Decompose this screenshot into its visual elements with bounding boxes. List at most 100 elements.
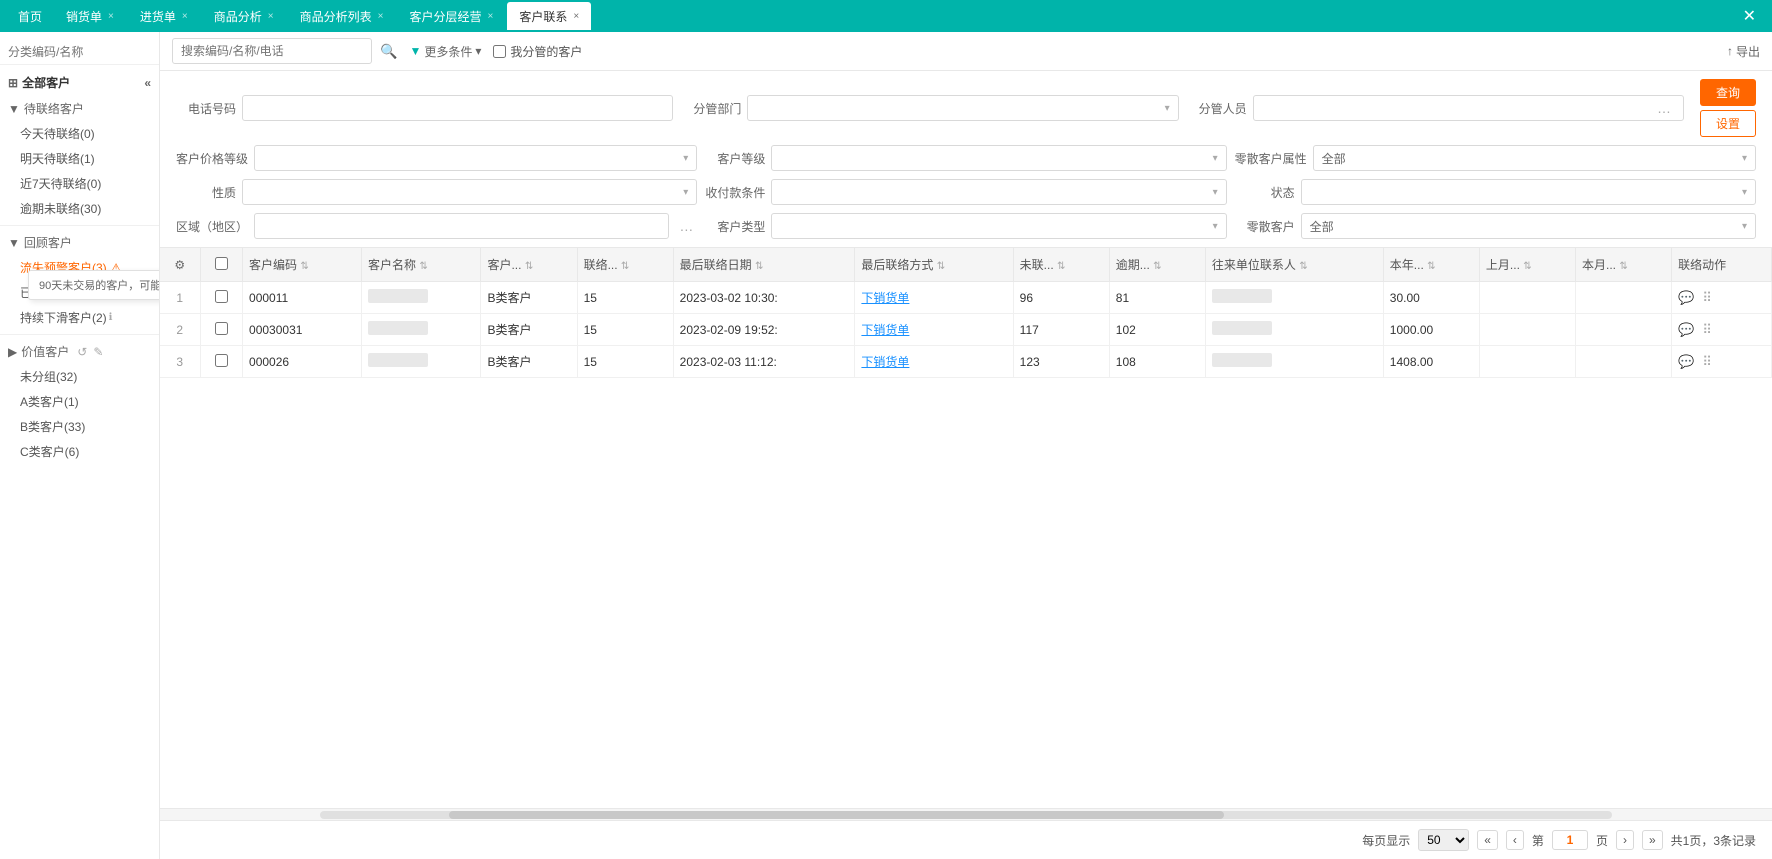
row-this-year-2: 1408.00	[1383, 346, 1479, 378]
customer-type-select[interactable]: ▾	[771, 213, 1226, 239]
status-select[interactable]: ▾	[1301, 179, 1756, 205]
main-layout: 🔍 ⊞ 全部客户 « ▼ 待联络客户 今天待联络(0) 明天待联络(1) 近7天…	[0, 32, 1772, 859]
price-level-select[interactable]: ▾	[254, 145, 697, 171]
last-method-link-2[interactable]: 下销货单	[861, 355, 909, 369]
more-action-icon-1[interactable]: ⠿	[1702, 322, 1712, 338]
tab-sales-order[interactable]: 销货单 ×	[54, 2, 126, 30]
last-page-button[interactable]: »	[1642, 830, 1663, 850]
close-product-analysis-list-icon[interactable]: ×	[378, 11, 384, 22]
nature-select[interactable]: ▾	[242, 179, 697, 205]
search-input[interactable]	[172, 38, 372, 64]
payment-select[interactable]: ▾	[771, 179, 1226, 205]
edit-value-icon[interactable]: ✎	[93, 345, 103, 359]
horizontal-scrollbar[interactable]	[160, 808, 1772, 820]
sidebar-search-input[interactable]	[8, 45, 160, 59]
export-button[interactable]: ↑ 导出	[1727, 43, 1760, 60]
sidebar-item-7days-contact[interactable]: 近7天待联络(0)	[0, 171, 159, 196]
name-column-header[interactable]: 客户名称 ⇅	[362, 248, 481, 282]
tab-product-analysis[interactable]: 商品分析 ×	[202, 2, 286, 30]
row-name-2	[362, 346, 481, 378]
last-method-link-1[interactable]: 下销货单	[861, 323, 909, 337]
per-page-select[interactable]: 50 100 200	[1418, 829, 1469, 851]
retail-customer-select[interactable]: 全部 ▾	[1301, 213, 1756, 239]
search-button[interactable]: 🔍	[380, 43, 397, 60]
sidebar-group-value[interactable]: ▶ 价值客户 ↺ ✎	[0, 339, 159, 364]
this-month-column-header[interactable]: 本月... ⇅	[1576, 248, 1672, 282]
code-column-header[interactable]: 客户编码 ⇅	[243, 248, 362, 282]
manager-select[interactable]: …	[1253, 95, 1684, 121]
tab-product-analysis-list[interactable]: 商品分析列表 ×	[288, 2, 396, 30]
home-tab[interactable]: 首页	[8, 8, 52, 25]
next-page-button[interactable]: ›	[1616, 830, 1634, 850]
tab-customer-contact[interactable]: 客户联系 ×	[507, 2, 591, 30]
uncontacted-column-header[interactable]: 未联... ⇅	[1013, 248, 1109, 282]
sidebar-item-b-class[interactable]: B类客户(33)	[0, 414, 159, 439]
sidebar-item-a-class[interactable]: A类客户(1)	[0, 389, 159, 414]
close-sales-order-icon[interactable]: ×	[108, 11, 114, 22]
sidebar-item-ungrouped[interactable]: 未分组(32)	[0, 364, 159, 389]
close-customer-contact-icon[interactable]: ×	[573, 11, 579, 22]
close-product-analysis-icon[interactable]: ×	[268, 11, 274, 22]
overdue-column-header[interactable]: 逾期... ⇅	[1109, 248, 1205, 282]
row-last-method-1[interactable]: 下销货单	[855, 314, 1013, 346]
region-input[interactable]	[254, 213, 669, 239]
last-method-column-header[interactable]: 最后联络方式 ⇅	[855, 248, 1013, 282]
scrollbar-thumb[interactable]	[449, 811, 1224, 819]
first-page-button[interactable]: «	[1477, 830, 1498, 850]
customer-level-select[interactable]: ▾	[771, 145, 1226, 171]
query-button[interactable]: 查询	[1700, 79, 1756, 106]
my-customers-checkbox-label[interactable]: 我分管的客户	[493, 43, 582, 60]
sidebar-item-tomorrow-contact[interactable]: 明天待联络(1)	[0, 146, 159, 171]
sidebar-item-overdue-contact[interactable]: 逾期未联络(30)	[0, 196, 159, 221]
contact2-column-header[interactable]: 往来单位联系人 ⇅	[1205, 248, 1383, 282]
pagination-bar: 每页显示 50 100 200 « ‹ 第 页 › » 共1页，3条记录	[160, 820, 1772, 859]
checkbox-column-header[interactable]	[200, 248, 243, 282]
row-last-method-2[interactable]: 下销货单	[855, 346, 1013, 378]
sidebar-group-review[interactable]: ▼ 回顾客户	[0, 230, 159, 255]
prev-page-button[interactable]: ‹	[1506, 830, 1524, 850]
row-last-method-0[interactable]: 下销货单	[855, 282, 1013, 314]
this-year-column-header[interactable]: 本年... ⇅	[1383, 248, 1479, 282]
close-customer-segmentation-icon[interactable]: ×	[487, 11, 493, 22]
gear-column-header[interactable]: ⚙	[160, 248, 200, 282]
row-last-date-2: 2023-02-03 11:12:	[673, 346, 855, 378]
sidebar-all-customers[interactable]: ⊞ 全部客户 «	[0, 69, 159, 96]
my-customers-checkbox[interactable]	[493, 45, 506, 58]
last-method-link-0[interactable]: 下销货单	[861, 291, 909, 305]
row-checkbox-1[interactable]	[200, 314, 243, 346]
retail-attr-select[interactable]: 全部 ▾	[1313, 145, 1756, 171]
collapse-sidebar-icon[interactable]: «	[144, 76, 151, 90]
tab-purchase-order[interactable]: 进货单 ×	[128, 2, 200, 30]
more-conditions-button[interactable]: ▼ 更多条件 ▾	[405, 43, 485, 60]
manager-dots[interactable]: …	[1653, 100, 1675, 116]
contact-column-header[interactable]: 联络... ⇅	[577, 248, 673, 282]
last-month-column-header[interactable]: 上月... ⇅	[1479, 248, 1575, 282]
chat-icon-2[interactable]: 💬	[1678, 354, 1694, 370]
uncontacted-sort-icon: ⇅	[1057, 261, 1065, 272]
row-checkbox-0[interactable]	[200, 282, 243, 314]
settings-button[interactable]: 设置	[1700, 110, 1756, 137]
sidebar-item-today-contact[interactable]: 今天待联络(0)	[0, 121, 159, 146]
dept-select[interactable]: ▾	[747, 95, 1178, 121]
phone-field: 电话号码	[176, 95, 673, 121]
phone-input[interactable]	[242, 95, 673, 121]
close-purchase-order-icon[interactable]: ×	[182, 11, 188, 22]
close-all-tabs-button[interactable]: ✕	[1735, 6, 1764, 26]
chat-icon-1[interactable]: 💬	[1678, 322, 1694, 338]
region-dots[interactable]: …	[675, 218, 697, 234]
sidebar-group-pending[interactable]: ▼ 待联络客户	[0, 96, 159, 121]
last-date-column-header[interactable]: 最后联络日期 ⇅	[673, 248, 855, 282]
more-action-icon-2[interactable]: ⠿	[1702, 354, 1712, 370]
sidebar-item-c-class[interactable]: C类客户(6)	[0, 439, 159, 464]
chat-icon-0[interactable]: 💬	[1678, 290, 1694, 306]
type-column-header[interactable]: 客户... ⇅	[481, 248, 577, 282]
select-all-checkbox[interactable]	[215, 257, 228, 270]
table-settings-icon[interactable]: ⚙	[174, 258, 185, 272]
tab-customer-segmentation[interactable]: 客户分层经营 ×	[397, 2, 505, 30]
more-action-icon-0[interactable]: ⠿	[1702, 290, 1712, 306]
sidebar-item-declining[interactable]: 持续下滑客户(2) ℹ	[0, 305, 159, 330]
status-field: 状态 ▾	[1235, 179, 1756, 205]
refresh-value-icon[interactable]: ↺	[77, 345, 87, 359]
current-page-input[interactable]	[1552, 830, 1588, 850]
row-checkbox-2[interactable]	[200, 346, 243, 378]
